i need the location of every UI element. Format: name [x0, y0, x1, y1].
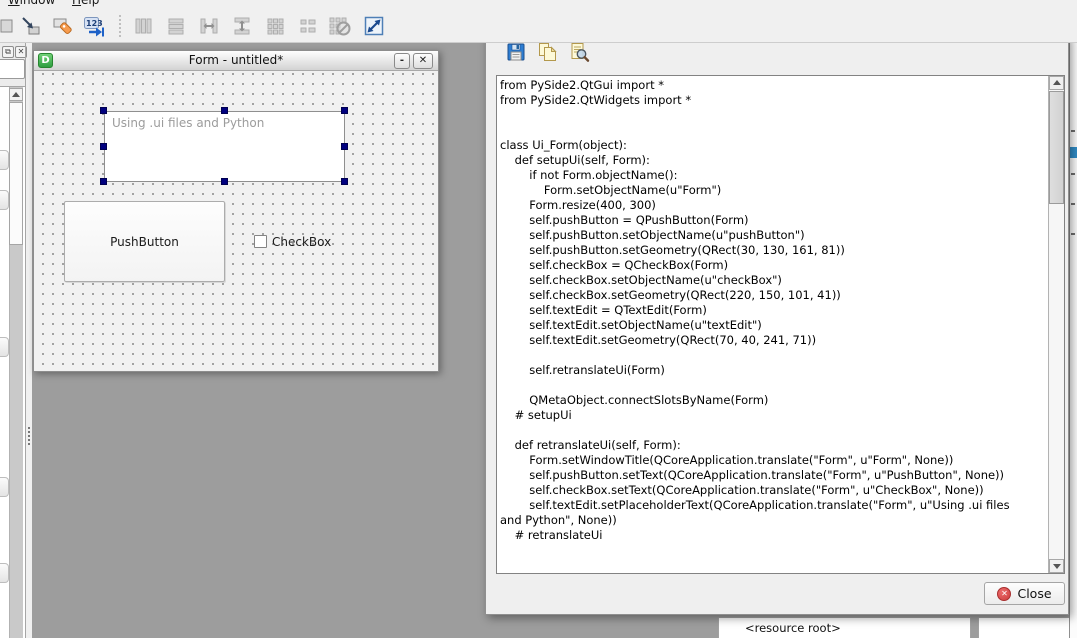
copy-icon	[536, 41, 559, 64]
dock-splitter-handle[interactable]	[28, 427, 30, 429]
right-dock-item-mark	[1071, 233, 1075, 235]
widget-box-item[interactable]	[0, 190, 9, 210]
widget-box-search-input[interactable]	[0, 59, 25, 79]
adjust-size-button[interactable]	[360, 12, 387, 39]
edit-tab-order-button[interactable]: 123	[81, 12, 108, 39]
layout-splitter-horizontal-button[interactable]	[195, 12, 222, 39]
layout-form-icon	[297, 15, 319, 37]
layout-horizontal-button[interactable]	[129, 12, 156, 39]
main-toolbar: 123	[0, 9, 1077, 43]
widget-box-item[interactable]	[0, 477, 9, 497]
widget-box-scroll-thumb[interactable]	[9, 102, 23, 245]
form-minimize-button[interactable]: -	[394, 53, 410, 69]
layout-horizontal-icon	[132, 15, 154, 37]
menu-window[interactable]: Window	[8, 0, 55, 7]
checkbox-indicator[interactable]	[254, 235, 267, 248]
selection-handle[interactable]	[221, 178, 228, 185]
selection-handle[interactable]	[341, 178, 348, 185]
code-scroll-thumb[interactable]	[1049, 91, 1064, 204]
layout-vertical-icon	[165, 15, 187, 37]
edit-tab-order-icon: 123	[83, 15, 106, 37]
adjust-size-icon	[363, 15, 385, 37]
code-view[interactable]: from PySide2.QtGui import * from PySide2…	[496, 75, 1065, 574]
selection-handle[interactable]	[100, 107, 107, 114]
menu-help[interactable]: Help	[72, 0, 99, 7]
widget-box-item[interactable]	[0, 563, 9, 583]
checkbox-widget[interactable]: CheckBox	[254, 221, 355, 262]
right-dock-item-mark	[1071, 130, 1075, 132]
checkbox-label: CheckBox	[272, 235, 331, 249]
code-scrollbar[interactable]	[1048, 76, 1064, 573]
widget-box-item[interactable]	[0, 337, 9, 357]
right-dock-item-mark	[1071, 173, 1075, 175]
selection-handle[interactable]	[100, 178, 107, 185]
selection-handle[interactable]	[341, 107, 348, 114]
find-icon	[568, 41, 591, 64]
layout-grid-icon	[264, 15, 286, 37]
edit-widgets-icon	[0, 15, 15, 37]
dialog-close-button[interactable]: ✕ Close	[984, 582, 1065, 605]
selection-handle[interactable]	[341, 143, 348, 150]
form-canvas[interactable]: Using .ui files and Python PushButton Ch…	[34, 71, 438, 371]
widget-box-float-button[interactable]: ⧉	[2, 46, 14, 58]
edit-buddies-button[interactable]	[49, 12, 76, 39]
textedit-widget[interactable]: Using .ui files and Python	[104, 111, 345, 182]
code-text: from PySide2.QtGui import * from PySide2…	[500, 78, 1046, 571]
right-dock-item-mark	[1071, 203, 1075, 205]
dock-border	[25, 43, 26, 638]
layout-grid-button[interactable]	[261, 12, 288, 39]
close-circle-icon: ✕	[997, 587, 1011, 601]
right-dock-sliver	[1069, 35, 1077, 638]
form-window-titlebar[interactable]: D Form - untitled* - ✕	[34, 51, 438, 71]
layout-splitter-vertical-button[interactable]	[228, 12, 255, 39]
view-code-dialog: from PySide2.QtGui import * from PySide2…	[485, 34, 1069, 615]
widget-box-scroll-up-icon[interactable]	[9, 88, 23, 101]
toolbar-separator	[119, 15, 121, 37]
scroll-up-icon[interactable]	[1049, 76, 1064, 90]
close-button-label: Close	[1017, 586, 1051, 601]
menubar: Window Help	[0, 0, 1077, 9]
selection-handle[interactable]	[100, 143, 107, 150]
edit-widgets-button[interactable]	[0, 12, 17, 39]
resource-tree-panel[interactable]: <resource root>	[718, 617, 971, 638]
right-dock-selected-row[interactable]	[1070, 147, 1077, 158]
layout-form-button[interactable]	[294, 12, 321, 39]
layout-splitter-horizontal-icon	[198, 15, 220, 37]
form-close-button[interactable]: ✕	[413, 53, 433, 69]
edit-buddies-icon	[52, 15, 74, 37]
selection-handle[interactable]	[221, 107, 228, 114]
edit-signals-slots-icon	[20, 15, 42, 37]
scroll-down-icon[interactable]	[1049, 559, 1064, 573]
layout-vertical-button[interactable]	[162, 12, 189, 39]
edit-signals-slots-button[interactable]	[17, 12, 44, 39]
resource-side-panel[interactable]	[978, 617, 1070, 638]
form-window-title: Form - untitled*	[34, 51, 438, 70]
form-editor-window: D Form - untitled* - ✕ Using .ui files a…	[33, 50, 439, 372]
break-layout-icon	[328, 15, 352, 37]
pushbutton-label: PushButton	[110, 235, 179, 249]
widget-box-item[interactable]	[0, 150, 9, 170]
break-layout-button[interactable]	[326, 12, 353, 39]
resource-root-item[interactable]: <resource root>	[745, 618, 970, 638]
svg-text:123: 123	[86, 19, 103, 28]
pushbutton-widget[interactable]: PushButton	[64, 201, 225, 282]
save-icon	[505, 41, 527, 63]
layout-splitter-vertical-icon	[231, 15, 253, 37]
